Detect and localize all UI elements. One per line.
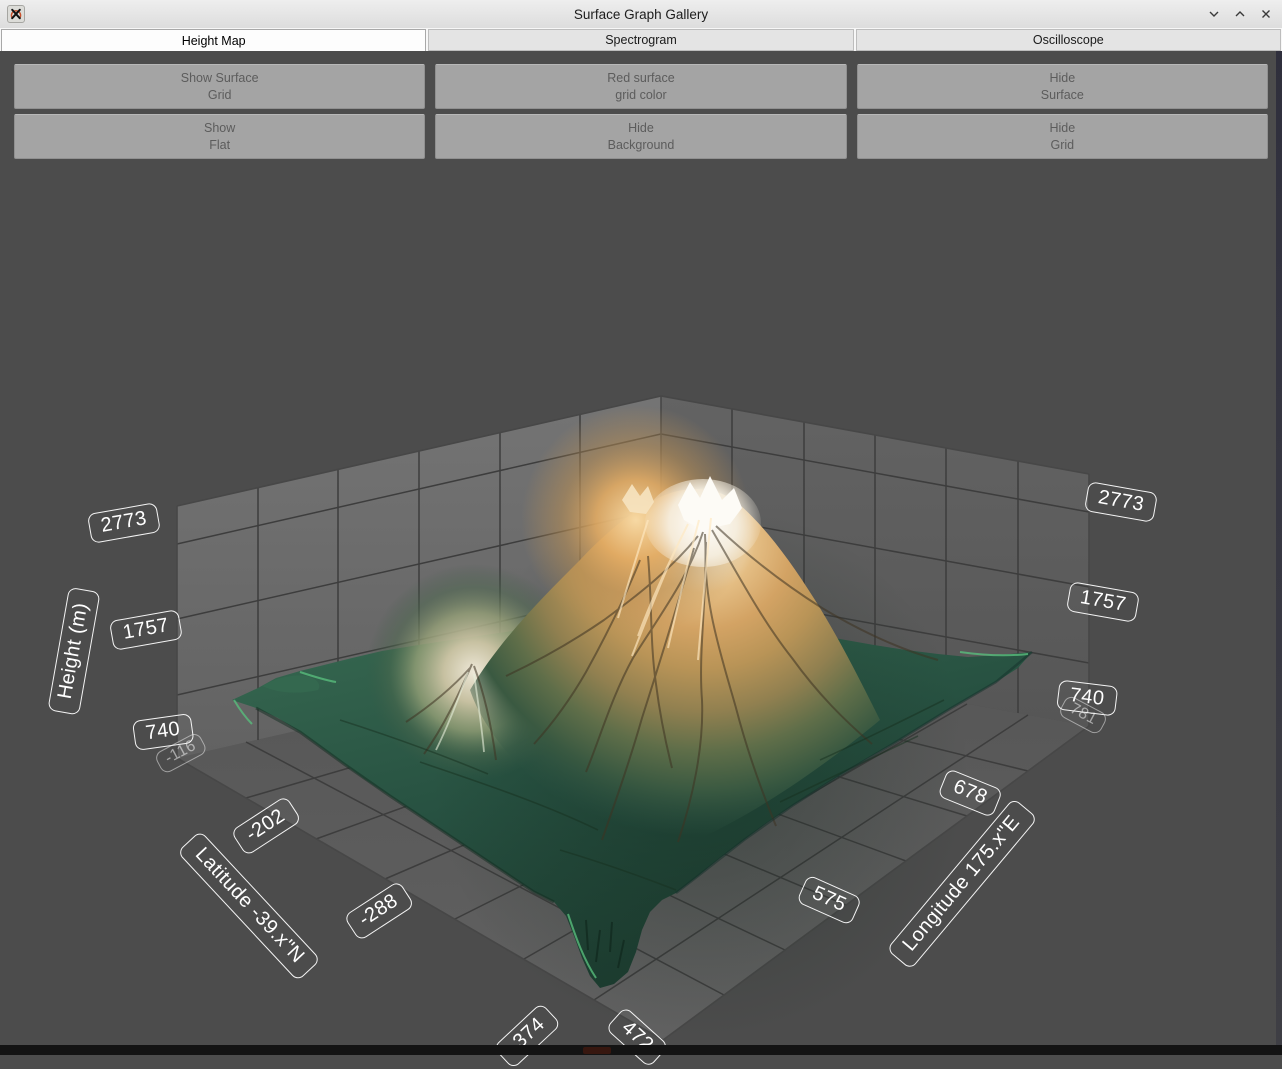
button-label: Show [204,120,235,137]
tab-bar: Height Map Spectrogram Oscilloscope [0,28,1282,51]
tab-oscilloscope[interactable]: Oscilloscope [856,29,1281,51]
window-title: Surface Graph Gallery [0,7,1282,22]
close-icon[interactable] [1258,6,1274,22]
button-label: Hide [1049,70,1075,87]
x-logo-icon [7,5,25,23]
show-surface-grid-button[interactable]: Show Surface Grid [14,64,425,109]
hide-surface-button[interactable]: Hide Surface [857,64,1268,109]
button-label: Surface [1041,87,1084,104]
button-label: Flat [209,137,230,154]
chevron-up-icon[interactable] [1232,6,1248,22]
button-label: Grid [1051,137,1075,154]
button-label: Red surface [607,70,674,87]
window-right-edge [1276,51,1282,1045]
hide-background-button[interactable]: Hide Background [435,114,846,159]
button-label: Hide [628,120,654,137]
button-label: Show Surface [181,70,259,87]
tab-spectrogram[interactable]: Spectrogram [428,29,853,51]
show-flat-button[interactable]: Show Flat [14,114,425,159]
taskbar-strip [0,1045,1282,1055]
control-toolbar: Show Surface Grid Red surface grid color… [0,51,1282,159]
button-label: Hide [1049,120,1075,137]
red-surface-grid-color-button[interactable]: Red surface grid color [435,64,846,109]
button-label: Grid [208,87,232,104]
title-bar[interactable]: Surface Graph Gallery [0,0,1282,29]
button-label: grid color [615,87,666,104]
tab-height-map[interactable]: Height Map [1,29,426,51]
button-label: Background [608,137,675,154]
chevron-down-icon[interactable] [1206,6,1222,22]
hide-grid-button[interactable]: Hide Grid [857,114,1268,159]
taskbar-item [583,1047,611,1054]
